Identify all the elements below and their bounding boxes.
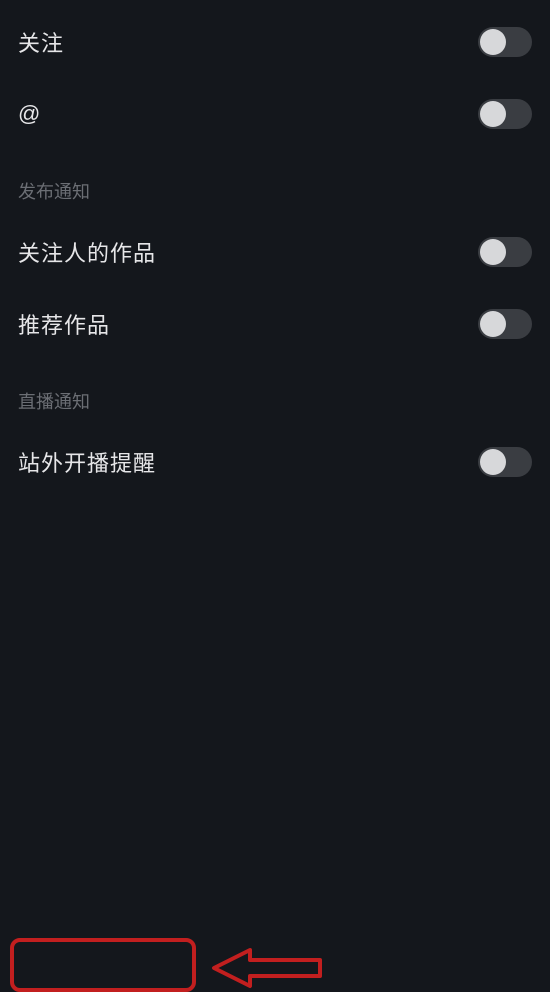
toggle-knob — [480, 311, 506, 337]
row-label: 推荐作品 — [18, 308, 110, 340]
toggle-followed-works[interactable] — [478, 237, 532, 267]
row-label: 站外开播提醒 — [18, 446, 156, 478]
setting-row-external-live-reminder: 站外开播提醒 — [0, 426, 550, 498]
annotation-arrow-icon — [210, 946, 330, 990]
setting-row-recommended-works: 推荐作品 — [0, 288, 550, 360]
toggle-external-live-reminder[interactable] — [478, 447, 532, 477]
section-header-live: 直播通知 — [0, 360, 550, 426]
toggle-knob — [480, 29, 506, 55]
setting-row-follow: 关注 — [0, 0, 550, 78]
row-label: @ — [18, 101, 41, 127]
setting-row-followed-works: 关注人的作品 — [0, 216, 550, 288]
row-label: 关注人的作品 — [18, 236, 156, 268]
annotation-highlight-box — [10, 938, 196, 992]
toggle-follow[interactable] — [478, 27, 532, 57]
row-label: 关注 — [18, 26, 64, 58]
notification-settings-list: 关注 @ 发布通知 关注人的作品 推荐作品 直播通知 站外开播提醒 — [0, 0, 550, 498]
setting-row-at-mention: @ — [0, 78, 550, 150]
toggle-at-mention[interactable] — [478, 99, 532, 129]
toggle-knob — [480, 449, 506, 475]
toggle-knob — [480, 101, 506, 127]
toggle-knob — [480, 239, 506, 265]
toggle-recommended-works[interactable] — [478, 309, 532, 339]
section-header-publish: 发布通知 — [0, 150, 550, 216]
